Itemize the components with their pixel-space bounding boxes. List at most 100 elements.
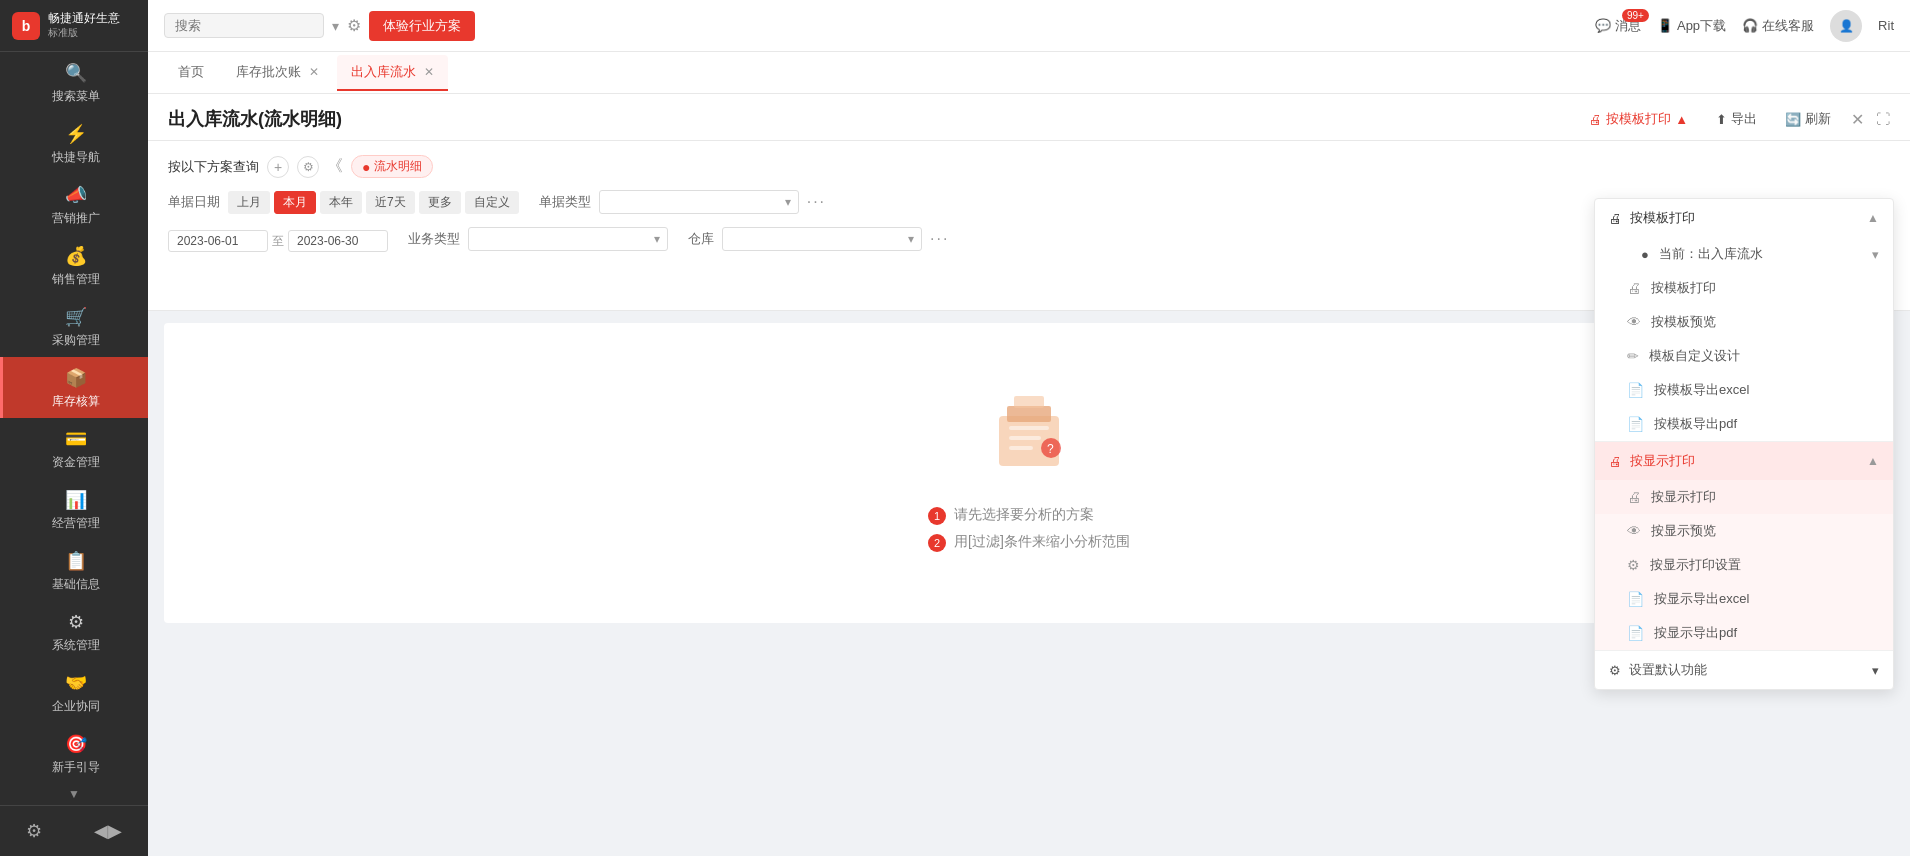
dropdown-item-template-print[interactable]: 🖨 按模板打印 — [1595, 271, 1893, 305]
refresh-button[interactable]: 🔄 刷新 — [1777, 106, 1839, 132]
search-chevron-icon[interactable]: ▾ — [332, 18, 339, 34]
online-service-button[interactable]: 🎧 在线客服 — [1742, 17, 1814, 35]
printer-icon: 🖨 — [1589, 112, 1602, 127]
step-2-number: 2 — [928, 534, 946, 552]
svg-text:?: ? — [1047, 442, 1054, 456]
date-options: 上月 本月 本年 近7天 更多 自定义 — [228, 191, 519, 214]
date-sep: 至 — [272, 233, 284, 250]
warehouse-select[interactable] — [722, 227, 922, 251]
empty-illustration: ? — [979, 386, 1079, 486]
sidebar-item-system[interactable]: ⚙ 系统管理 — [0, 601, 148, 662]
template-preview-icon: 👁 — [1627, 314, 1641, 330]
tab-bar: 首页 库存批次账 ✕ 出入库流水 ✕ — [148, 52, 1910, 94]
dropdown-item-template-export-excel[interactable]: 📄 按模板导出excel — [1595, 373, 1893, 407]
message-button[interactable]: 💬 消息 99+ — [1595, 17, 1641, 35]
display-settings-icon: ⚙ — [1627, 557, 1640, 573]
filter-date-range-group: 至 — [168, 226, 388, 252]
date-btn-this-year[interactable]: 本年 — [320, 191, 362, 214]
filter-biztype-group: 业务类型 ▾ — [408, 227, 668, 251]
dropdown-item-template-customize[interactable]: ✏ 模板自定义设计 — [1595, 339, 1893, 373]
sidebar-settings-btn[interactable]: ⚙ — [18, 816, 50, 846]
filter-add-button[interactable]: + — [267, 156, 289, 178]
username-label[interactable]: Rit — [1878, 18, 1894, 33]
biztype-select[interactable] — [468, 227, 668, 251]
sidebar-item-shortcut[interactable]: ⚡ 快捷导航 — [0, 113, 148, 174]
current-chevron-icon: ▾ — [1872, 247, 1879, 262]
date-btn-custom[interactable]: 自定义 — [465, 191, 519, 214]
cart-icon: 🛒 — [65, 306, 87, 328]
date-from-input[interactable] — [168, 230, 268, 252]
dropdown-item-template-preview[interactable]: 👁 按模板预览 — [1595, 305, 1893, 339]
tab-home[interactable]: 首页 — [164, 55, 218, 91]
display-print-title: 🖨 按显示打印 — [1609, 452, 1695, 470]
search-input[interactable] — [164, 13, 324, 38]
card-icon: 💳 — [65, 428, 87, 450]
sidebar-scroll-down[interactable]: ▼ — [0, 783, 148, 805]
dropdown-item-display-print-settings[interactable]: ⚙ 按显示打印设置 — [1595, 548, 1893, 582]
tab-flow[interactable]: 出入库流水 ✕ — [337, 55, 448, 91]
date-btn-more[interactable]: 更多 — [419, 191, 461, 214]
sidebar-item-basic[interactable]: 📋 基础信息 — [0, 540, 148, 601]
template-print-section-header[interactable]: 🖨 按模板打印 ▲ — [1595, 199, 1893, 237]
empty-steps-list: 1 请先选择要分析的方案 2 用[过滤]条件来缩小分析范围 — [928, 506, 1130, 560]
warehouse-more-icon[interactable]: ··· — [930, 230, 949, 248]
dropdown-item-display-preview[interactable]: 👁 按显示预览 — [1595, 514, 1893, 548]
sidebar-item-finance[interactable]: 💳 资金管理 — [0, 418, 148, 479]
date-to-input[interactable] — [288, 230, 388, 252]
sidebar-item-marketing[interactable]: 📣 营销推广 — [0, 174, 148, 235]
template-customize-icon: ✏ — [1627, 348, 1639, 364]
date-btn-last-month[interactable]: 上月 — [228, 191, 270, 214]
refresh-icon: 🔄 — [1785, 112, 1801, 127]
dropdown-item-display-export-pdf[interactable]: 📄 按显示导出pdf — [1595, 616, 1893, 650]
doctype-select[interactable] — [599, 190, 799, 214]
message-icon: 💬 — [1595, 18, 1611, 33]
settings-chevron-down-icon: ▾ — [1872, 663, 1879, 678]
dropdown-item-display-print[interactable]: 🖨 按显示打印 — [1595, 480, 1893, 514]
chart-icon: 📊 — [65, 489, 87, 511]
date-btn-last7[interactable]: 近7天 — [366, 191, 415, 214]
filter-tag-liushui[interactable]: ● 流水明细 — [351, 155, 433, 178]
topbar-gear-icon[interactable]: ⚙ — [347, 16, 361, 35]
date-btn-this-month[interactable]: 本月 — [274, 191, 316, 214]
filter-settings-button[interactable]: ⚙ — [297, 156, 319, 178]
filter-date-group: 单据日期 上月 本月 本年 近7天 更多 自定义 — [168, 191, 519, 214]
sidebar-item-sales[interactable]: 💰 销售管理 — [0, 235, 148, 296]
search-icon: 🔍 — [65, 62, 87, 84]
dropdown-item-display-export-excel[interactable]: 📄 按显示导出excel — [1595, 582, 1893, 616]
sidebar-fold-btn[interactable]: ◀▶ — [86, 816, 130, 846]
logo-icon: b — [12, 12, 40, 40]
tab-flow-close-icon[interactable]: ✕ — [424, 65, 434, 79]
template-current-item[interactable]: ● 当前：出入库流水 ▾ — [1595, 237, 1893, 271]
sidebar-item-inventory[interactable]: 📦 库存核算 — [0, 357, 148, 418]
sidebar-item-search[interactable]: 🔍 搜索菜单 — [0, 52, 148, 113]
display-print-section-header[interactable]: 🖨 按显示打印 ▲ — [1595, 442, 1893, 480]
sidebar-item-guide[interactable]: 🎯 新手引导 — [0, 723, 148, 783]
box-icon: 📦 — [65, 367, 87, 389]
sidebar-item-purchase[interactable]: 🛒 采购管理 — [0, 296, 148, 357]
tab-batch[interactable]: 库存批次账 ✕ — [222, 55, 333, 91]
page-close-icon[interactable]: ✕ — [1851, 110, 1864, 129]
print-button[interactable]: 🖨 按模板打印 ▲ — [1581, 106, 1696, 132]
mobile-download-icon: 📱 — [1657, 18, 1673, 33]
biztype-select-wrapper: ▾ — [468, 227, 668, 251]
app-download-button[interactable]: 📱 App下载 — [1657, 17, 1726, 35]
trial-button[interactable]: 体验行业方案 — [369, 11, 475, 41]
content-area: 出入库流水(流水明细) 🖨 按模板打印 ▲ ⬆ 导出 🔄 刷新 ✕ ⛶ — [148, 94, 1910, 856]
doctype-more-icon[interactable]: ··· — [807, 193, 826, 211]
template-excel-icon: 📄 — [1627, 382, 1644, 398]
page-title: 出入库流水(流水明细) — [168, 107, 342, 131]
export-button[interactable]: ⬆ 导出 — [1708, 106, 1765, 132]
empty-step-2: 2 用[过滤]条件来缩小分析范围 — [928, 533, 1130, 552]
page-expand-icon[interactable]: ⛶ — [1876, 111, 1890, 127]
filter-collapse-icon[interactable]: 《 — [327, 156, 343, 177]
dropdown-settings-section[interactable]: ⚙ 设置默认功能 ▾ — [1595, 651, 1893, 689]
page-header: 出入库流水(流水明细) 🖨 按模板打印 ▲ ⬆ 导出 🔄 刷新 ✕ ⛶ — [148, 94, 1910, 141]
dropdown-item-template-export-pdf[interactable]: 📄 按模板导出pdf — [1595, 407, 1893, 441]
export-icon: ⬆ — [1716, 112, 1727, 127]
display-print-section: 🖨 按显示打印 ▲ 🖨 按显示打印 👁 按显示预览 ⚙ 按显示打印设置 — [1595, 442, 1893, 651]
avatar[interactable]: 👤 — [1830, 10, 1862, 42]
app-logo: b 畅捷通好生意 标准版 — [0, 0, 148, 52]
sidebar-item-operations[interactable]: 📊 经营管理 — [0, 479, 148, 540]
tab-batch-close-icon[interactable]: ✕ — [309, 65, 319, 79]
sidebar-item-cooperation[interactable]: 🤝 企业协同 — [0, 662, 148, 723]
